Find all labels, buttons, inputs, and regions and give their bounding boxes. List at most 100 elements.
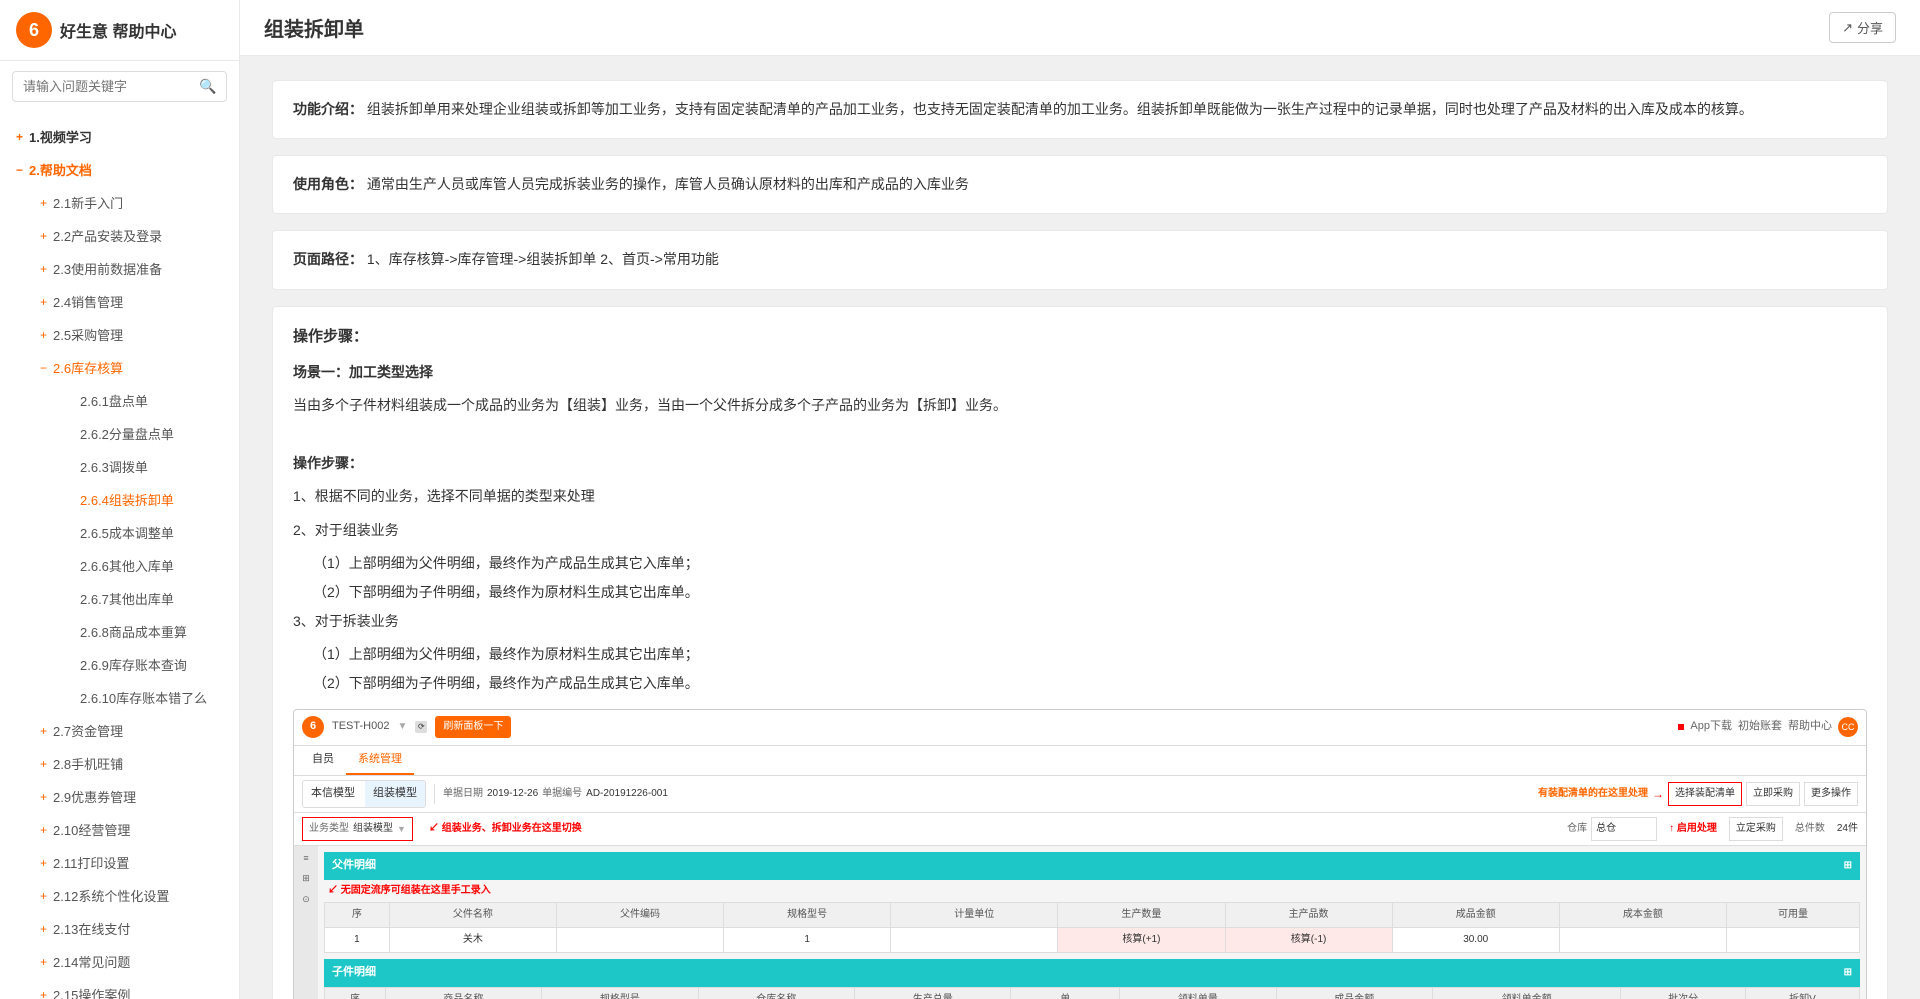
path-box: 页面路径： 1、库存核算->库存管理->组装拆卸单 2、首页->常用功能 [272, 230, 1888, 289]
lcol-name: 商品名称 [385, 987, 541, 999]
btn-confirm[interactable]: 立定采购 [1729, 817, 1783, 841]
step-2-1: （1）上部明细为父件明细，最终作为产成品生成其它入库单； [293, 551, 1867, 576]
col-main-qty: 主产品数 [1225, 903, 1392, 928]
lower-table-label: 子件明细 [332, 963, 376, 983]
search-icon[interactable]: 🔍 [199, 78, 216, 95]
btn-more-actions[interactable]: 更多操作 [1804, 782, 1858, 806]
bill-label: 单据编号 [542, 785, 582, 803]
sidebar-item-docs[interactable]: − 2.帮助文档 [0, 153, 239, 186]
sidebar-item-prepare[interactable]: + 2.3使用前数据准备 [24, 252, 239, 285]
sidebar-item-video[interactable]: + 1.视频学习 [0, 120, 239, 153]
sidebar-item-faq[interactable]: + 2.14常见问题 [24, 945, 239, 978]
app-tab-strip: 自员 系统管理 [294, 746, 1866, 777]
sidebar-item-other-in[interactable]: 2.6.6其他入库单 [48, 549, 239, 582]
lcol-material-qty: 领料单量 [1120, 987, 1276, 999]
btn-select-bom[interactable]: 选择装配清单 [1668, 782, 1742, 806]
upper-table-expand-icon[interactable]: ⊞ [1844, 857, 1852, 875]
sidebar-item-other-out[interactable]: 2.6.7其他出库单 [48, 582, 239, 615]
sidebar-item-assembly[interactable]: 2.6.4组装拆卸单 [48, 483, 239, 516]
sidebar-item-adjust[interactable]: 2.6.3调拨单 [48, 450, 239, 483]
sidebar-item-account-wrong[interactable]: 2.6.10库存账本错了么 [48, 681, 239, 714]
col-parent-code: 父件编码 [556, 903, 723, 928]
col-cost-amt: 成本金额 [1559, 903, 1726, 928]
callout-process: ↑ 启用处理 [1669, 820, 1717, 838]
lcol-unit: 单 [1011, 987, 1120, 999]
col-parent-name: 父件名称 [389, 903, 556, 928]
business-type-field: 业务类型 组装模型 ▼ [302, 817, 413, 841]
nav-tree: + 1.视频学习 − 2.帮助文档 + 2.1新手入门 + 2.2产品安装及登录… [0, 112, 239, 999]
intro-box: 功能介绍： 组装拆卸单用来处理企业组装或拆卸等加工业务，支持有固定装配清单的产品… [272, 80, 1888, 139]
warehouse-label: 仓库 [1567, 820, 1587, 838]
role-text: 通常由生产人员或库管人员完成拆装业务的操作，库管人员确认原材料的出库和产成品的入… [367, 176, 969, 192]
sidebar-item-print[interactable]: + 2.11打印设置 [24, 846, 239, 879]
type-selector: 本信模型 组装模型 [302, 780, 426, 808]
app-left-icons: ≡ ⊞ ⊙ [294, 846, 318, 999]
upper-table: 序 父件名称 父件编码 规格型号 计量单位 生产数量 主产品数 成品金额 [324, 902, 1860, 953]
count-label: 总件数 [1795, 820, 1825, 838]
red-dot-icon [1678, 724, 1684, 730]
col-avail-qty: 可用量 [1726, 903, 1859, 928]
lcol-batch: 批次分 [1621, 987, 1746, 999]
sidebar-item-mobile[interactable]: + 2.8手机旺铺 [24, 747, 239, 780]
lcol-material-amt: 领料单金额 [1433, 987, 1621, 999]
refresh-btn[interactable]: 刷新面板一下 [435, 716, 511, 738]
sidebar-item-cost-adjust[interactable]: 2.6.5成本调整单 [48, 516, 239, 549]
search-input[interactable] [23, 79, 199, 94]
btn-add-purchase[interactable]: 立即采购 [1746, 782, 1800, 806]
share-button[interactable]: ↗ 分享 [1829, 12, 1896, 43]
col-produce-qty: 生产数量 [1058, 903, 1225, 928]
left-icon-3[interactable]: ⊙ [302, 891, 310, 907]
sidebar-item-capital[interactable]: + 2.7资金管理 [24, 714, 239, 747]
sidebar-item-ops[interactable]: + 2.10经营管理 [24, 813, 239, 846]
lower-table-section: 子件明细 ⊞ 序 商品名称 规格型号 仓 [324, 959, 1860, 999]
warehouse-input[interactable]: 总仓 [1591, 817, 1657, 841]
role-box: 使用角色： 通常由生产人员或库管人员完成拆装业务的操作，库管人员确认原材料的出库… [272, 155, 1888, 214]
refresh-indicator: ⟳ [415, 721, 427, 733]
app-topbar: 6 TEST-H002 ▼ ⟳ 刷新面板一下 App下载 初始账套 帮助中心 [294, 710, 1866, 746]
callout-orange: 有装配清单的在这里处理 [1538, 785, 1648, 803]
form-row: 业务类型 组装模型 ▼ ↙ 组装业务、拆卸业务在这里切换 仓库 总仓 ↑ 启用处… [294, 813, 1866, 846]
screenshot-inner: 6 TEST-H002 ▼ ⟳ 刷新面板一下 App下载 初始账套 帮助中心 [294, 710, 1866, 999]
sidebar-item-custom[interactable]: + 2.12系统个性化设置 [24, 879, 239, 912]
warehouse-field: 仓库 总仓 [1567, 817, 1657, 841]
sidebar-item-partial-stock[interactable]: 2.6.2分量盘点单 [48, 417, 239, 450]
lower-table-expand-icon[interactable]: ⊞ [1844, 964, 1852, 982]
lcol-warehouse: 仓库名称 [698, 987, 854, 999]
lcol-total-qty: 生产总量 [855, 987, 1011, 999]
tab-xitong[interactable]: 系统管理 [346, 746, 414, 776]
lcol-disassemble: 拆卸V [1745, 987, 1859, 999]
steps-title: 操作步骤： [293, 323, 1867, 350]
col-spec: 规格型号 [724, 903, 891, 928]
btn-zuhe[interactable]: 组装模型 [365, 781, 425, 807]
left-icon-2[interactable]: ⊞ [302, 870, 310, 886]
sidebar-item-new-user[interactable]: + 2.1新手入门 [24, 186, 239, 219]
sidebar-item-install[interactable]: + 2.2产品安装及登录 [24, 219, 239, 252]
step-1: 1、根据不同的业务，选择不同单据的类型来处理 [293, 484, 1867, 509]
upper-table-section: 父件明细 ⊞ ↙ 无固定流序可组装在这里手工录入 [324, 852, 1860, 953]
sidebar-item-sales[interactable]: + 2.4销售管理 [24, 285, 239, 318]
app-title: 好生意 帮助中心 [60, 18, 176, 42]
lcol-seq: 序 [325, 987, 386, 999]
sidebar-item-coupon[interactable]: + 2.9优惠券管理 [24, 780, 239, 813]
sidebar-item-purchase[interactable]: + 2.5采购管理 [24, 318, 239, 351]
btn-benxin[interactable]: 本信模型 [303, 781, 363, 807]
left-icon-1[interactable]: ≡ [303, 850, 308, 866]
biz-type-value: 组装模型 [353, 820, 393, 838]
lower-table: 序 商品名称 规格型号 仓库名称 生产总量 单 领料单量 成品金额 [324, 987, 1860, 999]
step-2-2: （2）下部明细为子件明细，最终作为原材料生成其它出库单。 [293, 580, 1867, 605]
search-box[interactable]: 🔍 [12, 71, 227, 102]
tab-ziyuan[interactable]: 自员 [300, 746, 346, 776]
upper-table-row: 1 关木 1 核算(+1) 核算(-1) 30.00 [325, 928, 1860, 953]
sidebar-header: 6 好生意 帮助中心 [0, 0, 239, 61]
sidebar-item-stocktake[interactable]: 2.6.1盘点单 [48, 384, 239, 417]
sidebar-item-inventory[interactable]: − 2.6库存核算 [24, 351, 239, 384]
sidebar-item-stock-query[interactable]: 2.6.9库存账本查询 [48, 648, 239, 681]
sidebar-item-online-pay[interactable]: + 2.13在线支付 [24, 912, 239, 945]
arrow-icon: → [1652, 784, 1664, 806]
lower-table-header: 子件明细 ⊞ [324, 959, 1860, 987]
lcol-spec: 规格型号 [542, 987, 698, 999]
sidebar-item-goods-cost[interactable]: 2.6.8商品成本重算 [48, 615, 239, 648]
lcol-finish-amt: 成品金额 [1276, 987, 1432, 999]
app-toolbar: 本信模型 组装模型 单据日期 2019-12-26 单据编号 AD-201912… [294, 776, 1866, 813]
sidebar-item-cases[interactable]: + 2.15操作案例 [24, 978, 239, 999]
